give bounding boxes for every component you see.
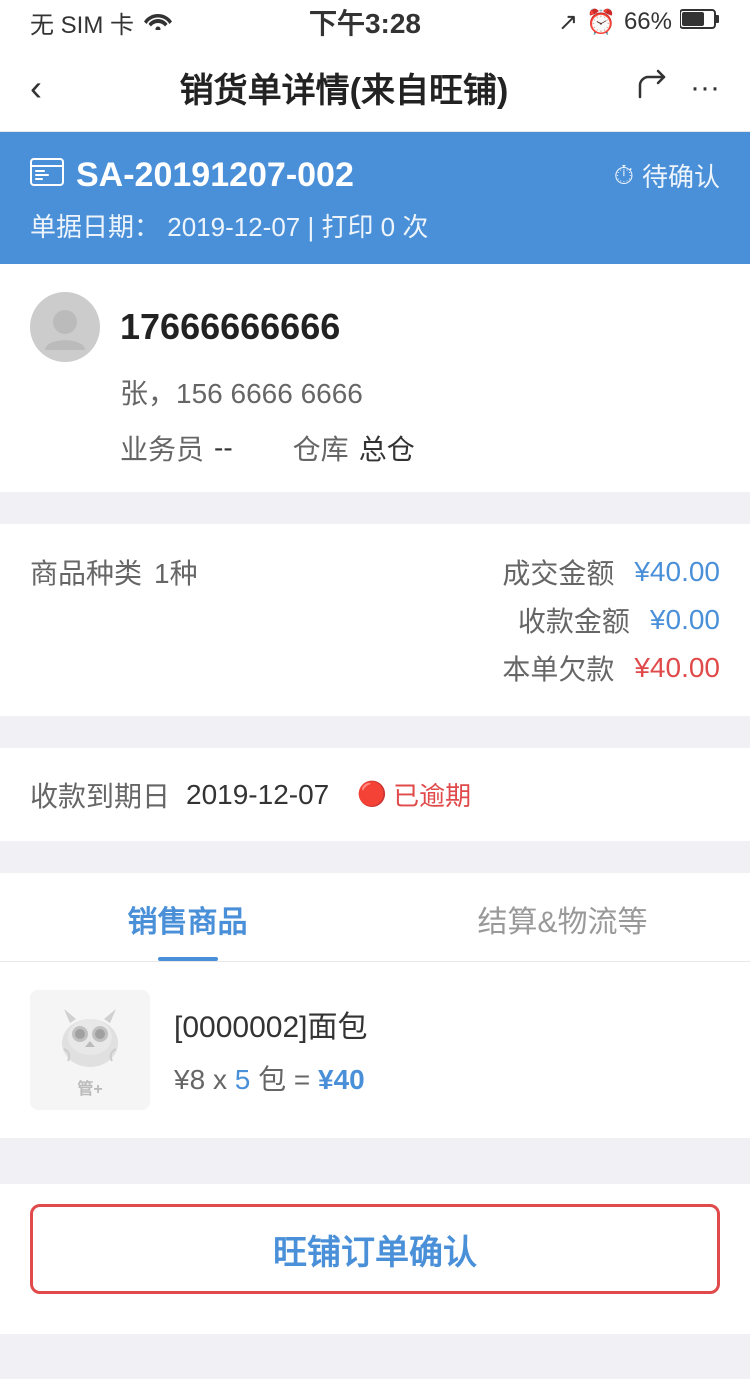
alarm-icon: ⏰ (586, 8, 616, 37)
received-amount: 收款金额 ¥0.00 (518, 600, 720, 640)
customer-phone: 17666666666 (120, 306, 340, 348)
goods-type-info: 商品种类 1种 (30, 552, 198, 592)
more-icon[interactable]: ··· (690, 71, 720, 105)
status-right: ↗ ⏰ 66% (558, 8, 720, 37)
status-left: 无 SIM 卡 (30, 5, 172, 40)
battery-icon (680, 8, 720, 37)
nav-actions: ··· (636, 69, 720, 107)
bottom-bar: 旺铺订单确认 (0, 1184, 750, 1334)
divider-1 (0, 508, 750, 524)
customer-row: 17666666666 (30, 292, 720, 362)
order-icon (30, 158, 64, 194)
overdue-alert-icon: 🔴 (357, 780, 387, 809)
tabs-bar: 销售商品 结算&物流等 (0, 873, 750, 962)
status-bar: 无 SIM 卡 下午3:28 ↗ ⏰ 66% (0, 0, 750, 44)
share-icon[interactable] (636, 69, 666, 107)
due-section: 收款到期日 2019-12-07 🔴 已逾期 (0, 748, 750, 841)
warehouse-info: 仓库 总仓 (293, 428, 415, 468)
table-row: 管+ [0000002]面包 ¥8 x 5 包 = ¥40 (0, 962, 750, 1139)
order-date-row: 单据日期： 2019-12-07 | 打印 0 次 (30, 207, 720, 244)
order-id: SA-20191207-002 (30, 156, 354, 195)
nav-bar: ‹ 销货单详情(来自旺铺) ··· (0, 44, 750, 132)
product-price: ¥8 x 5 包 = ¥40 (174, 1058, 720, 1098)
logo-text: 管+ (77, 1075, 102, 1099)
tab-settlement[interactable]: 结算&物流等 (375, 873, 750, 961)
status-time: 下午3:28 (309, 2, 421, 42)
deal-amount: 成交金额 ¥40.00 (502, 552, 720, 592)
status-clock-icon: ⏱ (614, 160, 634, 192)
battery-label: 66% (624, 8, 672, 36)
order-status: ⏱ 待确认 (614, 157, 720, 194)
location-icon: ↗ (558, 8, 578, 37)
order-header: SA-20191207-002 ⏱ 待确认 单据日期： 2019-12-07 |… (0, 132, 750, 264)
amount-details: 成交金额 ¥40.00 收款金额 ¥0.00 本单欠款 ¥40.00 (502, 552, 720, 688)
customer-name: 张，156 6666 6666 (120, 372, 720, 412)
avatar (30, 292, 100, 362)
salesman-info: 业务员 -- (120, 428, 233, 468)
divider-2 (0, 732, 750, 748)
back-button[interactable]: ‹ (30, 57, 52, 119)
product-info: [0000002]面包 ¥8 x 5 包 = ¥40 (174, 1002, 720, 1098)
product-list: 管+ [0000002]面包 ¥8 x 5 包 = ¥40 (0, 962, 750, 1139)
customer-section: 17666666666 张，156 6666 6666 业务员 -- 仓库 总仓 (0, 264, 750, 492)
confirm-order-button[interactable]: 旺铺订单确认 (30, 1204, 720, 1294)
product-image: 管+ (30, 990, 150, 1110)
divider-3 (0, 857, 750, 873)
no-sim-label: 无 SIM 卡 (30, 5, 134, 40)
owed-amount: 本单欠款 ¥40.00 (502, 648, 720, 688)
overdue-badge: 🔴 已逾期 (345, 772, 483, 817)
customer-meta: 业务员 -- 仓库 总仓 (120, 428, 720, 468)
product-name: [0000002]面包 (174, 1002, 720, 1046)
wifi-icon (144, 8, 172, 37)
tab-sales-goods[interactable]: 销售商品 (0, 873, 375, 961)
amount-section: 商品种类 1种 成交金额 ¥40.00 收款金额 ¥0.00 本单欠款 ¥40.… (0, 524, 750, 716)
tabs-section: 销售商品 结算&物流等 (0, 873, 750, 1139)
page-title: 销货单详情(来自旺铺) (52, 63, 636, 112)
